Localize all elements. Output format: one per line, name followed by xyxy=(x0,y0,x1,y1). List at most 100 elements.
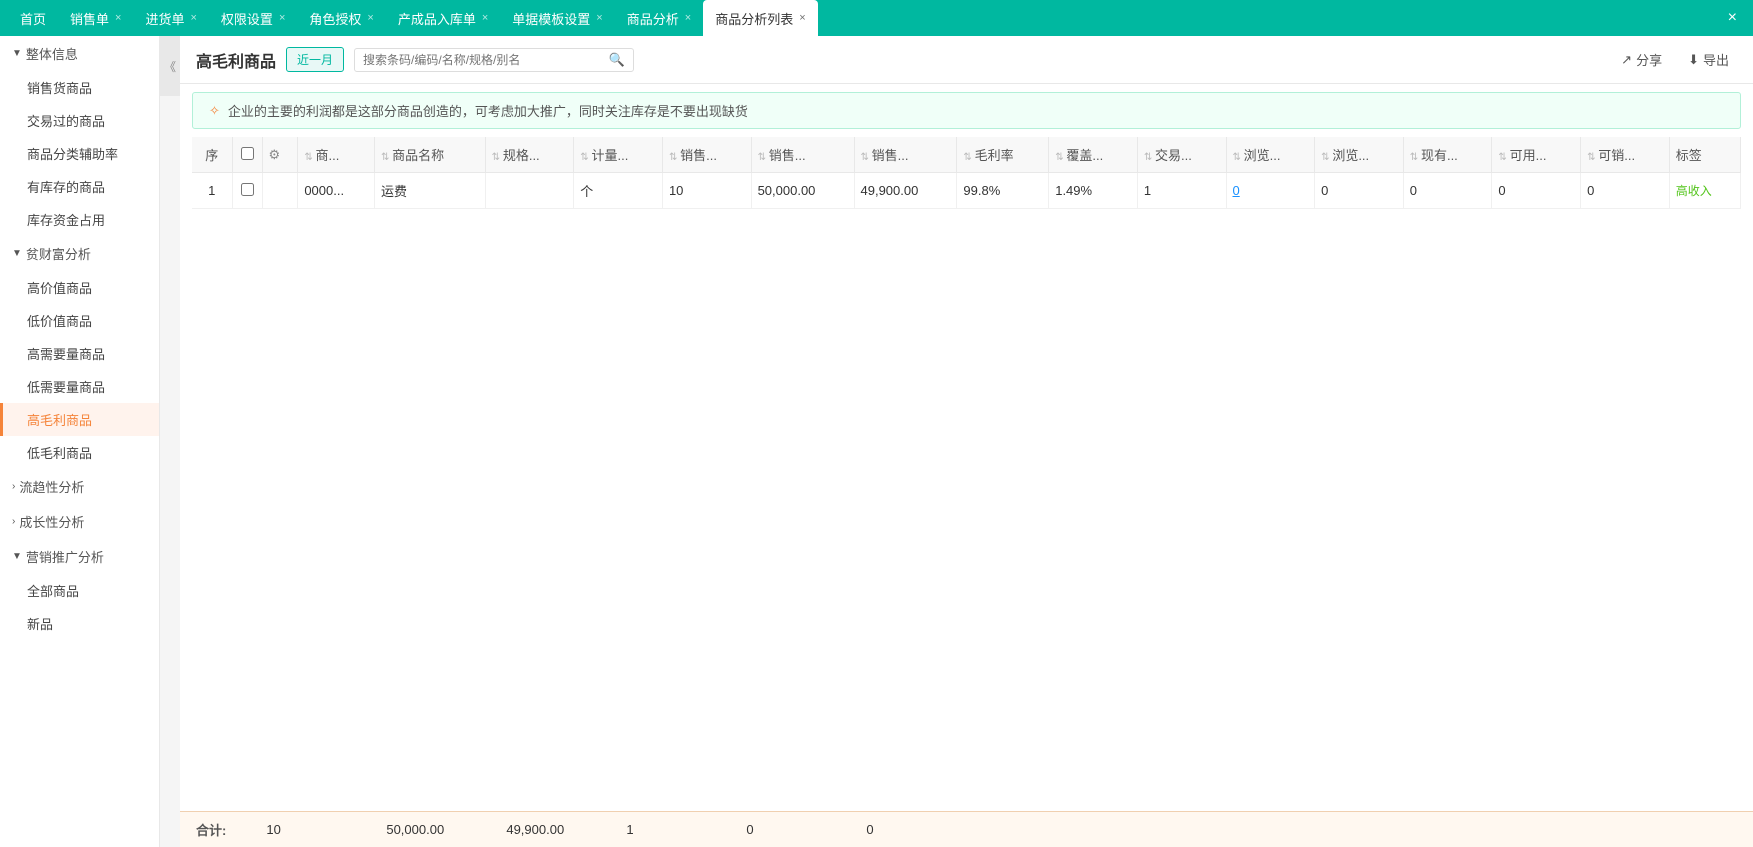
nav-analysis-list[interactable]: 商品分析列表 × xyxy=(703,0,817,36)
cell-trade: 1 xyxy=(1137,173,1226,209)
table-wrapper[interactable]: 序 ⚙ 商... 商品名称 规格... 计量... 销售... 销售... 销售… xyxy=(180,137,1753,811)
cell-code: 0000... xyxy=(298,173,375,209)
arrow-icon-trend: › xyxy=(12,481,15,492)
sidebar-group-trend[interactable]: › 流趋性分析 xyxy=(0,469,159,504)
th-stock[interactable]: 现有... xyxy=(1403,137,1492,173)
th-available[interactable]: 可用... xyxy=(1492,137,1581,173)
sidebar-item-high-value[interactable]: 高价值商品 xyxy=(0,271,159,304)
nav-product-entry[interactable]: 产成品入库单 × xyxy=(386,0,500,36)
close-purchase-tab[interactable]: × xyxy=(190,12,196,24)
sidebar-item-low-demand[interactable]: 低需要量商品 xyxy=(0,370,159,403)
sidebar-item-stock-capital[interactable]: 库存资金占用 xyxy=(0,203,159,236)
close-template-tab[interactable]: × xyxy=(596,12,602,24)
th-margin-rate[interactable]: 毛利率 xyxy=(957,137,1049,173)
footer-sales-qty: 10 xyxy=(266,822,346,837)
select-all-checkbox[interactable] xyxy=(241,147,254,160)
footer-saleable: 0 xyxy=(866,822,946,837)
th-tag: 标签 xyxy=(1669,137,1740,173)
window-close-button[interactable]: × xyxy=(1720,9,1745,27)
content-header: 高毛利商品 近一月 🔍 ↗ 分享 ⬇ 导出 xyxy=(180,36,1753,84)
cell-tag: 高收入 xyxy=(1669,173,1740,209)
th-sales-qty[interactable]: 销售... xyxy=(662,137,751,173)
th-unit[interactable]: 计量... xyxy=(574,137,663,173)
sidebar-item-traded-goods[interactable]: 交易过的商品 xyxy=(0,104,159,137)
nav-role[interactable]: 角色授权 × xyxy=(297,0,385,36)
th-spec[interactable]: 规格... xyxy=(485,137,574,173)
search-box: 🔍 xyxy=(354,48,634,72)
search-input[interactable] xyxy=(363,53,609,67)
close-product-entry-tab[interactable]: × xyxy=(482,12,488,24)
sidebar-item-sales-goods[interactable]: 销售货商品 xyxy=(0,71,159,104)
sidebar-item-high-demand[interactable]: 高需要量商品 xyxy=(0,337,159,370)
nav-template[interactable]: 单据模板设置 × xyxy=(500,0,614,36)
th-settings[interactable]: ⚙ xyxy=(262,137,298,173)
row-checkbox[interactable] xyxy=(241,183,254,196)
th-sales-amount[interactable]: 销售... xyxy=(751,137,854,173)
nav-analysis[interactable]: 商品分析 × xyxy=(615,0,703,36)
table-row: 1 0000... 运费 个 10 50,000.00 49,900.00 99… xyxy=(192,173,1741,209)
column-settings-icon[interactable]: ⚙ xyxy=(269,147,281,162)
sidebar-item-high-margin[interactable]: 高毛利商品 xyxy=(0,403,159,436)
sidebar-group-growth[interactable]: › 成长性分析 xyxy=(0,504,159,539)
nav-permission[interactable]: 权限设置 × xyxy=(209,0,297,36)
cell-unit: 个 xyxy=(574,173,663,209)
sidebar-collapse-button[interactable]: 《 xyxy=(160,36,180,96)
table-footer: 合计: 10 50,000.00 49,900.00 1 0 0 xyxy=(180,811,1753,847)
filter-recent-month[interactable]: 近一月 xyxy=(286,47,344,72)
data-table: 序 ⚙ 商... 商品名称 规格... 计量... 销售... 销售... 销售… xyxy=(192,137,1741,209)
th-no: 序 xyxy=(192,137,232,173)
cell-browse1[interactable]: 0 xyxy=(1226,173,1315,209)
cell-check[interactable] xyxy=(232,173,262,209)
th-sales-cost[interactable]: 销售... xyxy=(854,137,957,173)
sidebar-item-stocked-goods[interactable]: 有库存的商品 xyxy=(0,170,159,203)
sidebar-group-marketing[interactable]: ▼ 营销推广分析 xyxy=(0,539,159,574)
close-analysis-list-tab[interactable]: × xyxy=(799,12,805,24)
cell-browse2: 0 xyxy=(1315,173,1404,209)
th-browse1[interactable]: 浏览... xyxy=(1226,137,1315,173)
cell-no: 1 xyxy=(192,173,232,209)
close-analysis-tab[interactable]: × xyxy=(685,12,691,24)
footer-sales-amount: 50,000.00 xyxy=(386,822,466,837)
footer-available: 0 xyxy=(746,822,826,837)
share-button[interactable]: ↗ 分享 xyxy=(1613,46,1670,73)
cell-sales-cost: 49,900.00 xyxy=(854,173,957,209)
cell-stock: 0 xyxy=(1403,173,1492,209)
sidebar-group-wealth[interactable]: ▼ 贫财富分析 xyxy=(0,236,159,271)
th-name[interactable]: 商品名称 xyxy=(374,137,485,173)
close-permission-tab[interactable]: × xyxy=(279,12,285,24)
content-area: 高毛利商品 近一月 🔍 ↗ 分享 ⬇ 导出 ✧ 企业的主要的利润都是这部分商品创… xyxy=(180,36,1753,847)
cell-name: 运费 xyxy=(374,173,485,209)
sidebar-item-new-goods[interactable]: 新品 xyxy=(0,607,159,640)
search-icon[interactable]: 🔍 xyxy=(609,52,625,68)
close-sales-tab[interactable]: × xyxy=(115,12,121,24)
th-saleable[interactable]: 可销... xyxy=(1581,137,1670,173)
th-browse2[interactable]: 浏览... xyxy=(1315,137,1404,173)
top-nav: 首页 销售单 × 进货单 × 权限设置 × 角色授权 × 产成品入库单 × 单据… xyxy=(0,0,1753,36)
sidebar-group-overall[interactable]: ▼ 整体信息 xyxy=(0,36,159,71)
cell-saleable: 0 xyxy=(1581,173,1670,209)
cell-settings xyxy=(262,173,298,209)
sidebar-item-low-margin[interactable]: 低毛利商品 xyxy=(0,436,159,469)
nav-purchase[interactable]: 进货单 × xyxy=(133,0,208,36)
th-code[interactable]: 商... xyxy=(298,137,375,173)
sidebar-item-low-value[interactable]: 低价值商品 xyxy=(0,304,159,337)
th-trade[interactable]: 交易... xyxy=(1137,137,1226,173)
arrow-icon: ▼ xyxy=(12,48,22,59)
sidebar-item-all-goods[interactable]: 全部商品 xyxy=(0,574,159,607)
cell-coverage: 1.49% xyxy=(1049,173,1138,209)
th-coverage[interactable]: 覆盖... xyxy=(1049,137,1138,173)
close-role-tab[interactable]: × xyxy=(367,12,373,24)
action-buttons: ↗ 分享 ⬇ 导出 xyxy=(1613,46,1737,73)
sidebar-item-analysis-assist[interactable]: 商品分类辅助率 xyxy=(0,137,159,170)
arrow-icon-growth: › xyxy=(12,516,15,527)
cell-sales-qty: 10 xyxy=(662,173,751,209)
arrow-icon-wealth: ▼ xyxy=(12,248,22,259)
cell-sales-amount: 50,000.00 xyxy=(751,173,854,209)
export-button[interactable]: ⬇ 导出 xyxy=(1680,46,1737,73)
nav-home[interactable]: 首页 xyxy=(8,0,58,36)
nav-sales[interactable]: 销售单 × xyxy=(58,0,133,36)
main-layout: ▼ 整体信息 销售货商品 交易过的商品 商品分类辅助率 有库存的商品 库存资金占… xyxy=(0,36,1753,847)
th-check[interactable] xyxy=(232,137,262,173)
footer-trade: 1 xyxy=(626,822,706,837)
cell-available: 0 xyxy=(1492,173,1581,209)
